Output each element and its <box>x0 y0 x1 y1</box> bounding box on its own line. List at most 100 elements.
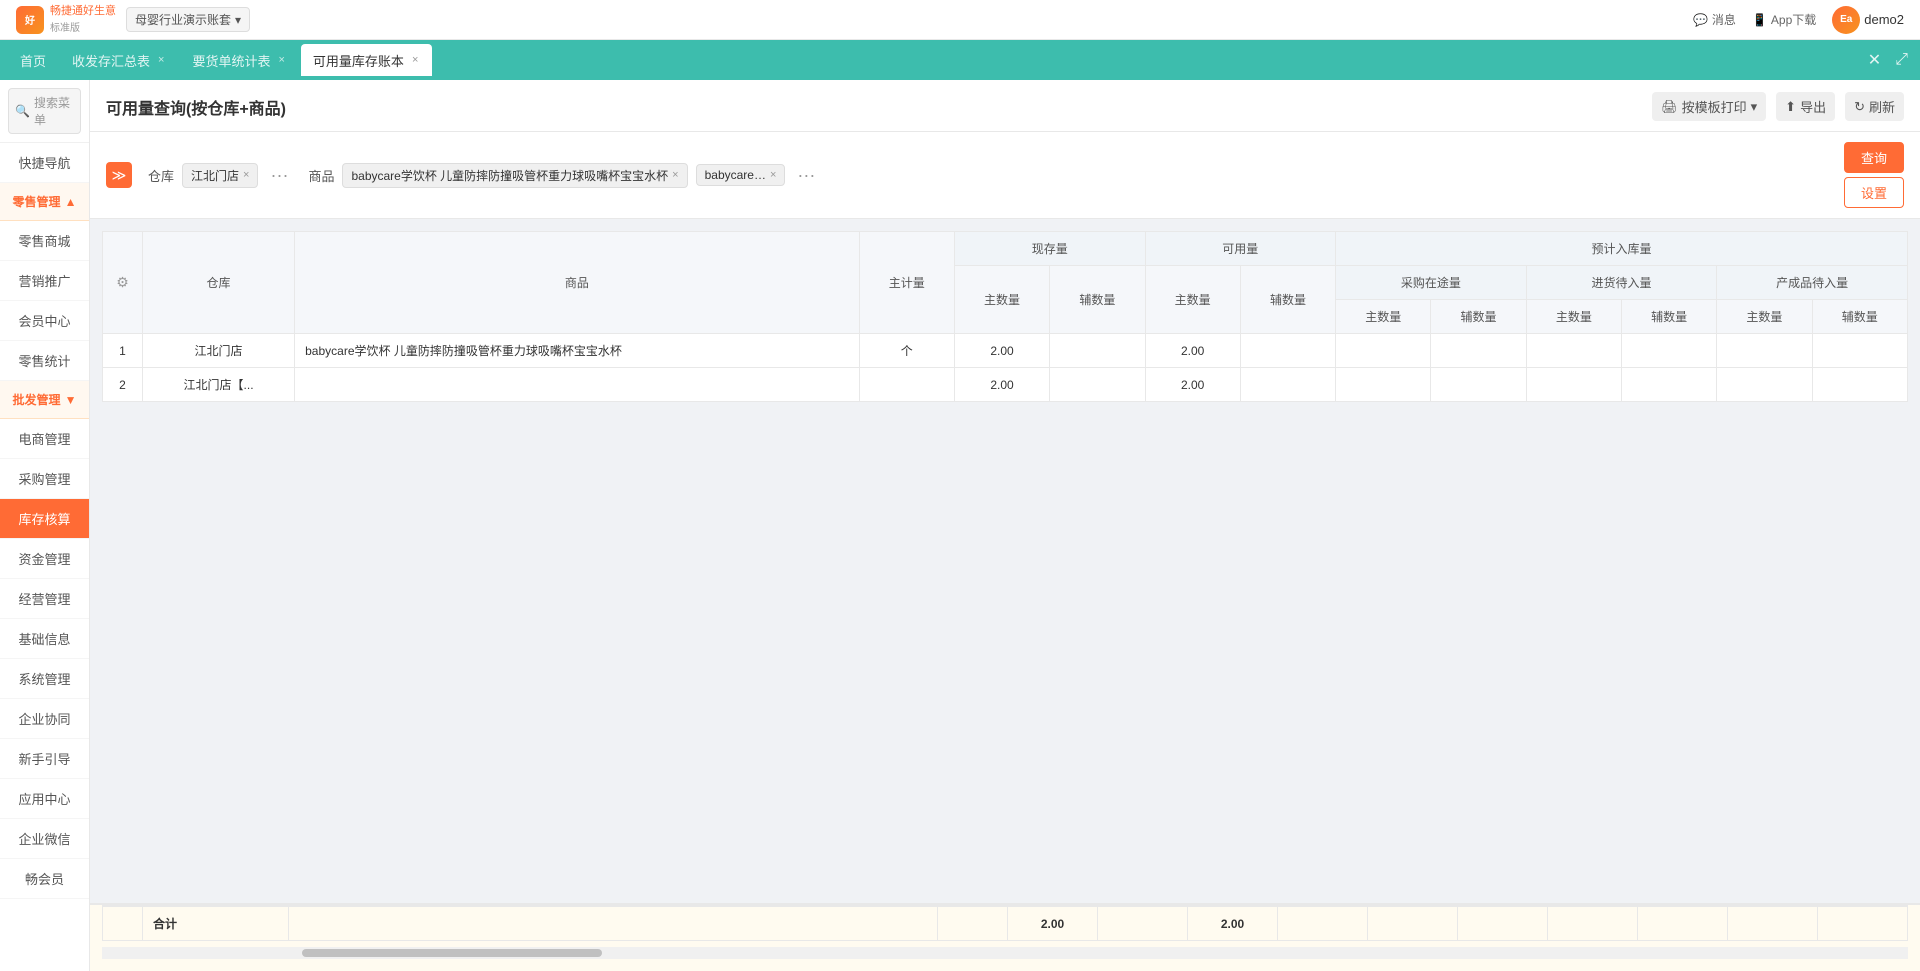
message-button[interactable]: 💬 消息 <box>1693 11 1736 28</box>
cell-incoming-aux <box>1621 334 1716 368</box>
cell-stock-aux <box>1050 368 1145 402</box>
setting-button[interactable]: 设置 <box>1844 177 1904 208</box>
sidebar-item-wechat[interactable]: 企业微信 <box>0 819 89 859</box>
sidebar-item-purchase[interactable]: 采购管理 <box>0 459 89 499</box>
tab-expand-icon[interactable]: ⤢ <box>1891 47 1912 73</box>
query-button[interactable]: 查询 <box>1844 142 1904 173</box>
th-purchase-main: 主数量 <box>1336 300 1431 334</box>
tab-receive-close[interactable]: × <box>156 53 166 67</box>
cell-incoming-aux <box>1621 368 1716 402</box>
product-tag1-close[interactable]: × <box>672 169 678 181</box>
th-available-aux: 辅数量 <box>1240 266 1335 334</box>
print-button[interactable]: 🖨 按模板打印 ▾ <box>1652 92 1766 121</box>
tab-order-label: 要货单统计表 <box>192 51 270 70</box>
cell-produced-main <box>1717 334 1812 368</box>
product-tag1-text: babycare学饮杯 儿童防摔防撞吸管杯重力球吸嘴杯宝宝水杯 <box>351 167 668 184</box>
tab-order[interactable]: 要货单统计表 × <box>180 44 298 76</box>
industry-label: 母婴行业演示账套 <box>135 11 231 28</box>
tab-bar-actions: ✕ ⤢ <box>1864 46 1912 74</box>
cell-purchase-aux <box>1431 334 1526 368</box>
search-menu-button[interactable]: 🔍 搜索菜单 <box>8 88 81 134</box>
refresh-label: 刷新 <box>1869 97 1895 116</box>
cell-produced-main <box>1717 368 1812 402</box>
scrollbar-thumb <box>302 949 602 957</box>
product-more-icon[interactable]: ··· <box>793 165 819 186</box>
th-available-main: 主数量 <box>1145 266 1240 334</box>
export-button[interactable]: ⬆ 导出 <box>1776 92 1835 121</box>
sidebar-item-member[interactable]: 会员中心 <box>0 301 89 341</box>
horizontal-scrollbar[interactable] <box>102 947 1908 959</box>
cell-incoming-main <box>1526 334 1621 368</box>
tab-available[interactable]: 可用量库存账本 × <box>301 44 432 76</box>
footer-purchase-main <box>1368 906 1458 941</box>
sidebar-item-apps[interactable]: 应用中心 <box>0 779 89 819</box>
message-icon: 💬 <box>1693 13 1708 27</box>
sidebar-item-inventory[interactable]: 库存核算 <box>0 499 89 539</box>
cell-stock-main: 2.00 <box>954 368 1049 402</box>
sidebar-search-area: 🔍 搜索菜单 <box>0 80 89 143</box>
sidebar-item-operations[interactable]: 经营管理 <box>0 579 89 619</box>
tab-close-all-icon[interactable]: ✕ <box>1864 46 1885 74</box>
product-filter-label: 商品 <box>308 166 334 185</box>
sidebar-item-shortcut[interactable]: 快捷导航 <box>0 143 89 183</box>
message-label: 消息 <box>1712 11 1736 28</box>
sidebar-item-retail-stats[interactable]: 零售统计 <box>0 341 89 381</box>
product-filter-tag2[interactable]: babycare… × <box>696 164 786 186</box>
sidebar-item-system[interactable]: 系统管理 <box>0 659 89 699</box>
filter-toggle-button[interactable]: ≫ <box>106 162 132 188</box>
sidebar-item-ecommerce[interactable]: 电商管理 <box>0 419 89 459</box>
industry-selector[interactable]: 母婴行业演示账套 ▾ <box>126 7 250 32</box>
sidebar-item-basic[interactable]: 基础信息 <box>0 619 89 659</box>
cell-unit: 个 <box>859 334 954 368</box>
cell-warehouse: 江北门店 <box>143 334 295 368</box>
cell-no: 1 <box>103 334 143 368</box>
sidebar-item-wholesale-header[interactable]: 批发管理 ▼ <box>0 381 89 419</box>
logo-sub: 标准版 <box>50 19 116 34</box>
footer-empty3 <box>938 906 1008 941</box>
refresh-button[interactable]: ↻ 刷新 <box>1845 92 1904 121</box>
content-area: 可用量查询(按仓库+商品) 🖨 按模板打印 ▾ ⬆ 导出 ↻ 刷新 <box>90 80 1920 971</box>
product-filter-tag1[interactable]: babycare学饮杯 儿童防摔防撞吸管杯重力球吸嘴杯宝宝水杯 × <box>342 163 687 188</box>
th-group-purchase: 采购在途量 <box>1336 266 1527 300</box>
user-profile[interactable]: Ea demo2 <box>1832 6 1904 34</box>
tab-home[interactable]: 首页 <box>8 44 58 76</box>
cell-available-main: 2.00 <box>1145 334 1240 368</box>
product-filter-group: 商品 babycare学饮杯 儿童防摔防撞吸管杯重力球吸嘴杯宝宝水杯 × bab… <box>308 163 819 188</box>
export-label: 导出 <box>1800 97 1826 116</box>
warehouse-tag-close[interactable]: × <box>243 169 249 181</box>
th-settings: ⚙ <box>103 232 143 334</box>
app-icon: 📱 <box>1752 13 1767 27</box>
cell-warehouse: 江北门店【... <box>143 368 295 402</box>
footer-incoming-aux <box>1638 906 1728 941</box>
warehouse-more-icon[interactable]: ··· <box>266 165 292 186</box>
search-menu-label: 搜索菜单 <box>34 94 74 128</box>
warehouse-filter-group: 仓库 江北门店 × ··· <box>148 163 292 188</box>
warehouse-filter-label: 仓库 <box>148 166 174 185</box>
sidebar-item-marketing[interactable]: 营销推广 <box>0 261 89 301</box>
sidebar-item-retail-header[interactable]: 零售管理 ▲ <box>0 183 89 221</box>
th-produced-aux: 辅数量 <box>1812 300 1907 334</box>
cell-product <box>295 368 859 402</box>
settings-icon[interactable]: ⚙ <box>116 274 129 290</box>
main-layout: 🔍 搜索菜单 快捷导航 零售管理 ▲ 零售商城 营销推广 会员中心 零售统计 批… <box>0 80 1920 971</box>
sidebar-item-retail-shop[interactable]: 零售商城 <box>0 221 89 261</box>
tab-order-close[interactable]: × <box>276 53 286 67</box>
tab-receive[interactable]: 收发存汇总表 × <box>60 44 178 76</box>
warehouse-filter-tag[interactable]: 江北门店 × <box>182 163 258 188</box>
footer-available-aux <box>1278 906 1368 941</box>
th-purchase-aux: 辅数量 <box>1431 300 1526 334</box>
sidebar-item-finance[interactable]: 资金管理 <box>0 539 89 579</box>
cell-produced-aux <box>1812 368 1907 402</box>
top-bar-right: 💬 消息 📱 App下载 Ea demo2 <box>1693 6 1904 34</box>
sidebar-item-newbie[interactable]: 新手引导 <box>0 739 89 779</box>
th-warehouse: 仓库 <box>143 232 295 334</box>
sidebar-item-enterprise[interactable]: 企业协同 <box>0 699 89 739</box>
th-produced-main: 主数量 <box>1717 300 1812 334</box>
sidebar: 🔍 搜索菜单 快捷导航 零售管理 ▲ 零售商城 营销推广 会员中心 零售统计 批… <box>0 80 90 971</box>
avatar: Ea <box>1832 6 1860 34</box>
sidebar-item-vip[interactable]: 畅会员 <box>0 859 89 899</box>
app-download-button[interactable]: 📱 App下载 <box>1752 11 1816 28</box>
th-group-produced: 产成品待入量 <box>1717 266 1908 300</box>
tab-available-close[interactable]: × <box>410 53 420 67</box>
product-tag2-close[interactable]: × <box>770 169 776 181</box>
